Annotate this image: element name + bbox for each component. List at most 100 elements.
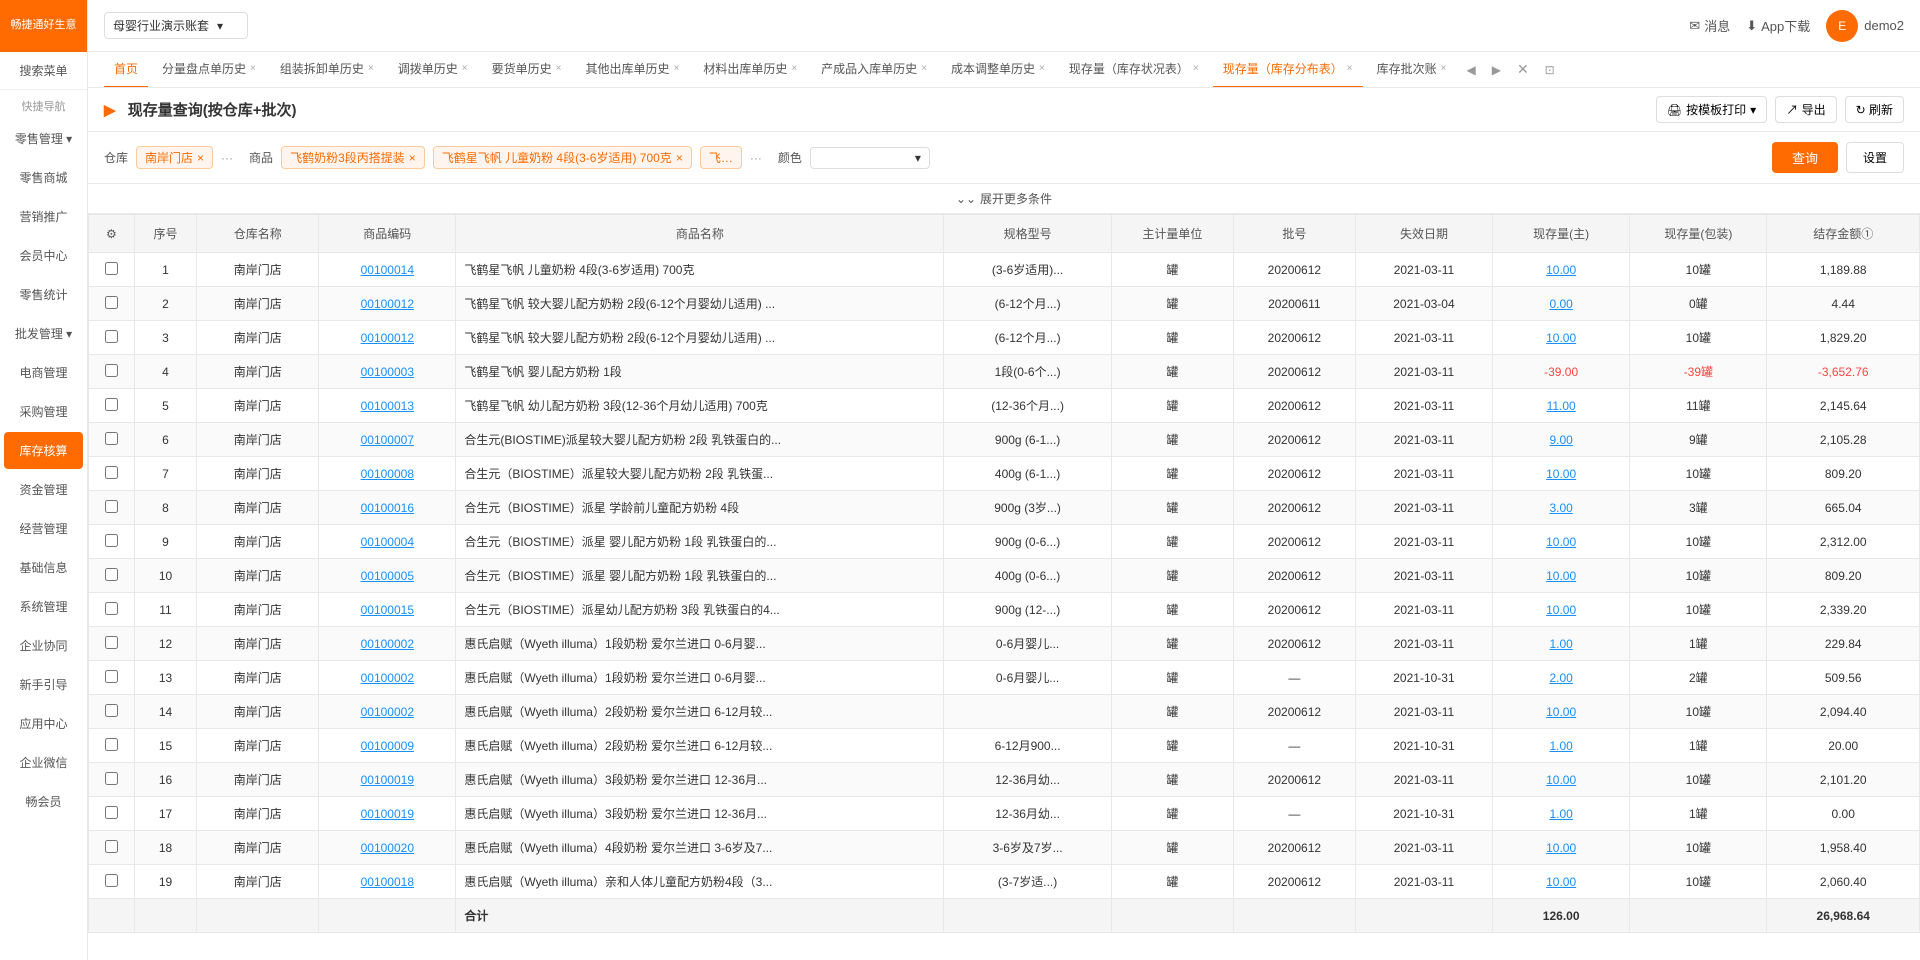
row-code[interactable]: 00100019 <box>319 797 456 831</box>
sidebar-item-appCenter[interactable]: 应用中心 <box>4 705 83 742</box>
row-stock-main[interactable]: 1.00 <box>1493 627 1630 661</box>
sidebar-item-vip[interactable]: 畅会员 <box>4 783 83 820</box>
tab-cost-adjust[interactable]: 成本调整单历史 × <box>941 52 1055 88</box>
goods-tag-2[interactable]: 飞鹤星飞帆 儿童奶粉 4段(3-6岁适用) 700克 × <box>433 146 692 169</box>
row-checkbox[interactable] <box>89 287 135 321</box>
row-checkbox[interactable] <box>89 321 135 355</box>
tab-batch-voucher[interactable]: 库存批次账 × <box>1367 52 1457 88</box>
row-stock-main[interactable]: 10.00 <box>1493 865 1630 899</box>
row-checkbox[interactable] <box>89 389 135 423</box>
sidebar-item-retail-stats[interactable]: 零售统计 <box>4 276 83 313</box>
goods-more-button[interactable]: ··· <box>750 151 762 165</box>
row-check[interactable] <box>105 432 118 445</box>
warehouse-more-button[interactable]: ··· <box>221 151 233 165</box>
row-check[interactable] <box>105 568 118 581</box>
row-check[interactable] <box>105 840 118 853</box>
tab-product-instock[interactable]: 产成品入库单历史 × <box>811 52 937 88</box>
row-checkbox[interactable] <box>89 661 135 695</box>
row-stock-main[interactable]: 10.00 <box>1493 593 1630 627</box>
tabs-prev-button[interactable]: ◀ <box>1460 52 1481 88</box>
tab-home[interactable]: 首页 <box>104 52 148 88</box>
row-checkbox[interactable] <box>89 627 135 661</box>
close-tab-material-outstock[interactable]: × <box>791 63 797 74</box>
row-stock-main[interactable]: 0.00 <box>1493 287 1630 321</box>
row-checkbox[interactable] <box>89 695 135 729</box>
row-stock-main[interactable]: 10.00 <box>1493 253 1630 287</box>
row-check[interactable] <box>105 466 118 479</box>
settings-column-header[interactable]: ⚙ <box>89 215 135 253</box>
row-check[interactable] <box>105 364 118 377</box>
remove-warehouse-tag[interactable]: × <box>197 151 204 165</box>
row-stock-main[interactable]: 2.00 <box>1493 661 1630 695</box>
row-check[interactable] <box>105 772 118 785</box>
row-code[interactable]: 00100008 <box>319 457 456 491</box>
tab-mix-history[interactable]: 调拨单历史 × <box>388 52 478 88</box>
sidebar-item-ecommerce[interactable]: 电商管理 <box>4 354 83 391</box>
close-tab-cost-adjust[interactable]: × <box>1039 63 1045 74</box>
row-checkbox[interactable] <box>89 865 135 899</box>
row-stock-main[interactable]: 10.00 <box>1493 559 1630 593</box>
row-check[interactable] <box>105 398 118 411</box>
tab-disassemble[interactable]: 组装拆卸单历史 × <box>270 52 384 88</box>
tab-stock-status[interactable]: 现存量（库存状况表） × <box>1059 52 1209 88</box>
close-tab-product-instock[interactable]: × <box>921 63 927 74</box>
warehouse-tag[interactable]: 南岸门店 × <box>136 146 213 169</box>
row-code[interactable]: 00100012 <box>319 321 456 355</box>
remove-goods-tag-1[interactable]: × <box>409 151 416 165</box>
goods-tag-1[interactable]: 飞鹤奶粉3段丙搭提装 × <box>281 146 425 169</box>
close-tab-disassemble[interactable]: × <box>368 63 374 74</box>
row-check[interactable] <box>105 636 118 649</box>
row-code[interactable]: 00100004 <box>319 525 456 559</box>
row-stock-main[interactable]: 10.00 <box>1493 457 1630 491</box>
row-stock-main[interactable]: 1.00 <box>1493 729 1630 763</box>
close-all-tabs-button[interactable]: ✕ <box>1511 52 1535 88</box>
row-checkbox[interactable] <box>89 797 135 831</box>
refresh-button[interactable]: ↻ 刷新 <box>1845 96 1904 123</box>
row-stock-main[interactable]: 10.00 <box>1493 695 1630 729</box>
sidebar-item-enterprise[interactable]: 企业协同 <box>4 627 83 664</box>
sidebar-item-inventory[interactable]: 库存核算 <box>4 432 83 469</box>
row-code[interactable]: 00100015 <box>319 593 456 627</box>
system-selector[interactable]: 母婴行业演示账套 ▾ <box>104 12 248 39</box>
sidebar-item-retail[interactable]: 零售管理 ▾ <box>4 120 83 157</box>
sidebar-item-basic[interactable]: 基础信息 <box>4 549 83 586</box>
sidebar-item-system[interactable]: 系统管理 <box>4 588 83 625</box>
row-stock-main[interactable]: 10.00 <box>1493 763 1630 797</box>
expand-filter-button[interactable]: ⌄⌄ 展开更多条件 <box>944 188 1064 209</box>
sidebar-item-wechat[interactable]: 企业微信 <box>4 744 83 781</box>
tabs-next-button[interactable]: ▶ <box>1486 52 1507 88</box>
row-code[interactable]: 00100005 <box>319 559 456 593</box>
tab-stock-distribution[interactable]: 现存量（库存分布表） × <box>1213 52 1363 88</box>
sidebar-item-member[interactable]: 会员中心 <box>4 237 83 274</box>
row-check[interactable] <box>105 330 118 343</box>
row-checkbox[interactable] <box>89 831 135 865</box>
row-stock-main[interactable]: -39.00 <box>1493 355 1630 389</box>
row-stock-main[interactable]: 3.00 <box>1493 491 1630 525</box>
row-checkbox[interactable] <box>89 253 135 287</box>
row-check[interactable] <box>105 738 118 751</box>
sidebar-item-retail-shop[interactable]: 零售商城 <box>4 159 83 196</box>
row-check[interactable] <box>105 500 118 513</box>
row-code[interactable]: 00100018 <box>319 865 456 899</box>
row-checkbox[interactable] <box>89 457 135 491</box>
row-check[interactable] <box>105 874 118 887</box>
row-check[interactable] <box>105 296 118 309</box>
sidebar-item-finance[interactable]: 资金管理 <box>4 471 83 508</box>
sidebar-item-purchase[interactable]: 采购管理 <box>4 393 83 430</box>
expand-panel-button[interactable]: ▶ <box>104 102 116 119</box>
close-tab-other-outstock[interactable]: × <box>673 63 679 74</box>
row-check[interactable] <box>105 670 118 683</box>
close-tab-stock-status[interactable]: × <box>1193 63 1199 74</box>
row-checkbox[interactable] <box>89 729 135 763</box>
row-code[interactable]: 00100014 <box>319 253 456 287</box>
row-checkbox[interactable] <box>89 559 135 593</box>
row-code[interactable]: 00100002 <box>319 627 456 661</box>
message-button[interactable]: ✉ 消息 <box>1689 16 1730 35</box>
tab-other-outstock[interactable]: 其他出库单历史 × <box>575 52 689 88</box>
row-code[interactable]: 00100013 <box>319 389 456 423</box>
search-menu-item[interactable]: 搜索菜单 <box>0 52 87 90</box>
row-code[interactable]: 00100019 <box>319 763 456 797</box>
row-checkbox[interactable] <box>89 763 135 797</box>
tab-material-outstock[interactable]: 材料出库单历史 × <box>693 52 807 88</box>
row-check[interactable] <box>105 704 118 717</box>
